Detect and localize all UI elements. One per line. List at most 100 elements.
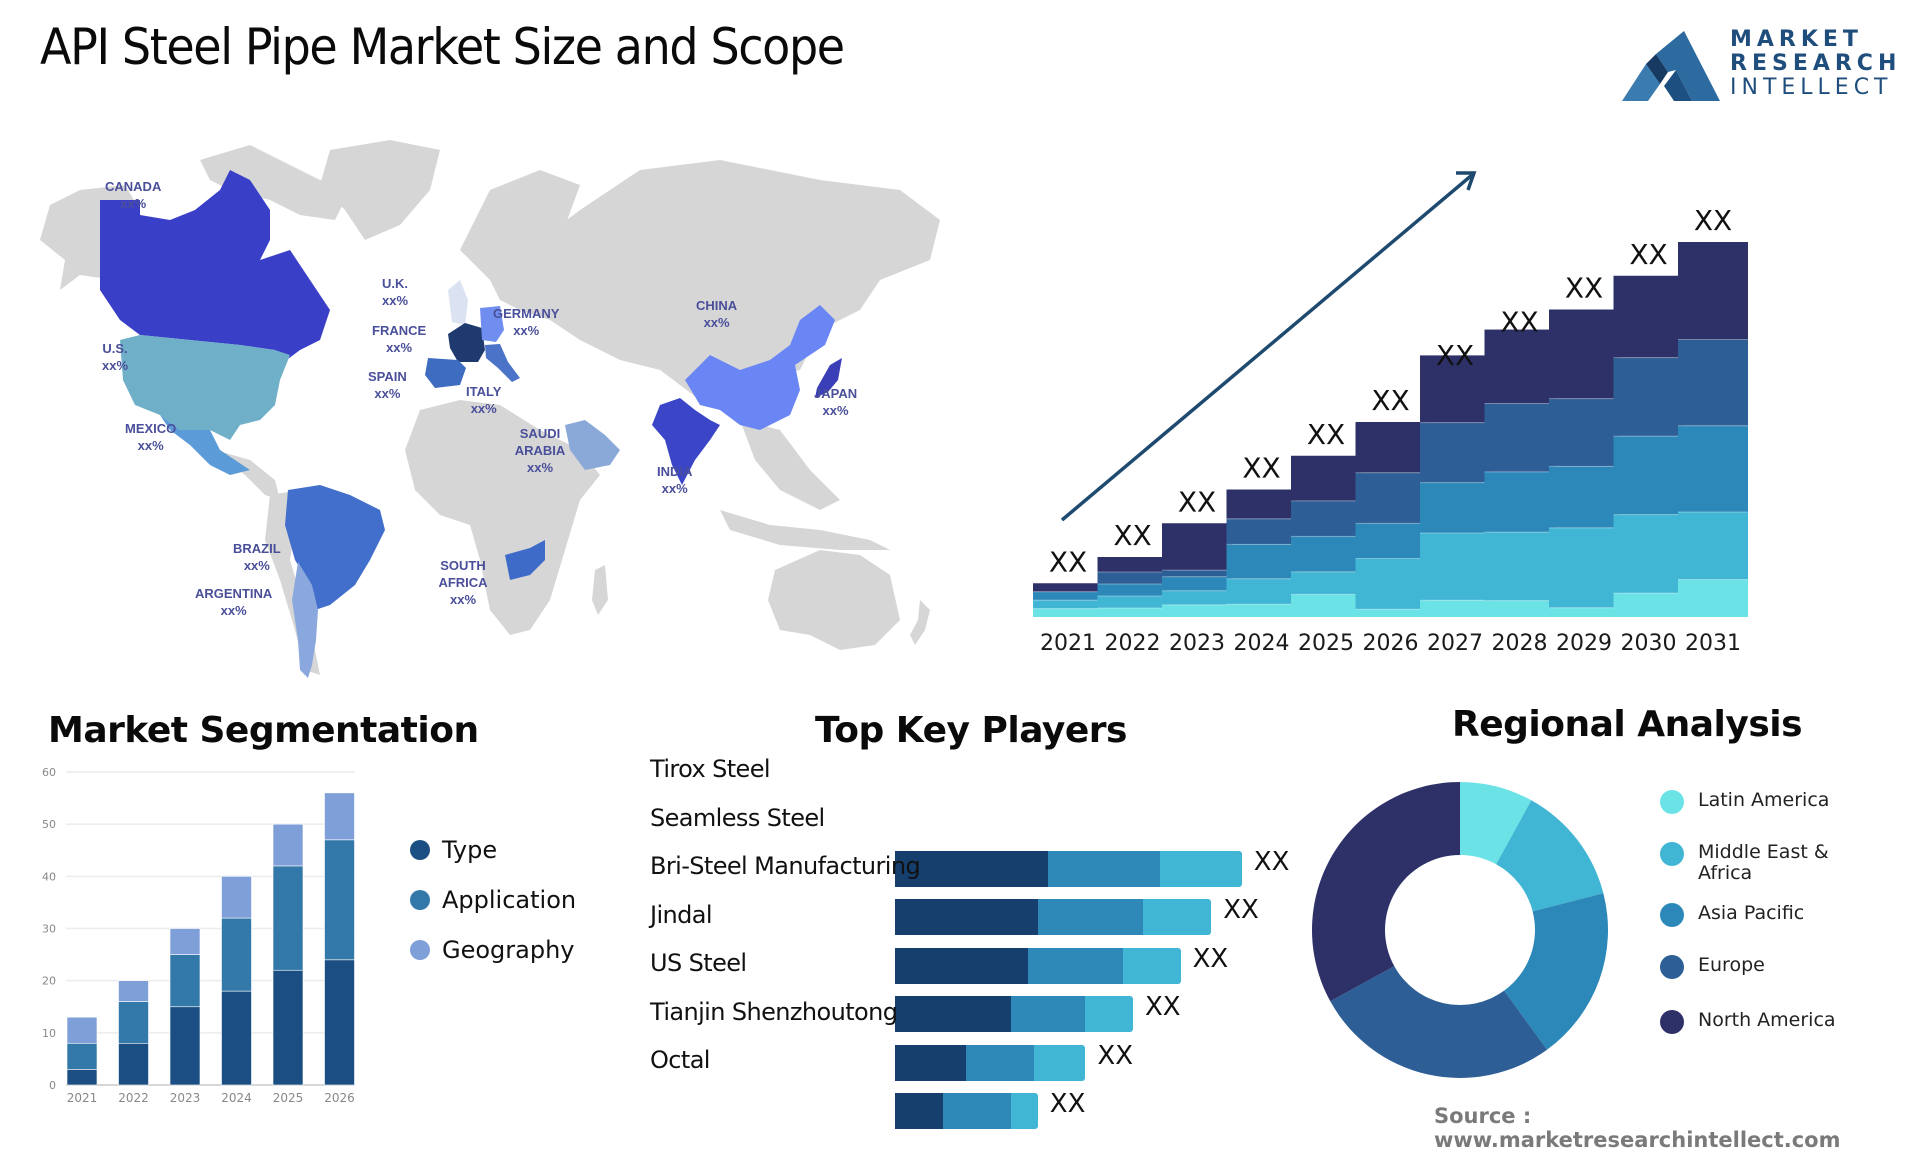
legend-swatch-icon (410, 940, 430, 960)
region-legend-item: Latin America (1660, 790, 1880, 814)
growth-bar-segment (1226, 578, 1297, 605)
map-label-mexico: MEXICO xx% (125, 421, 177, 453)
player-bar-segment (1085, 996, 1133, 1032)
growth-bar-value-label: XX (1049, 545, 1087, 578)
player-value-label: XX (1145, 992, 1181, 1022)
legend-swatch-icon (1660, 842, 1684, 866)
legend-label: Geography (442, 936, 575, 964)
map-label-us: U.S. xx% (102, 341, 129, 373)
seg-x-tick-label: 2025 (273, 1091, 304, 1105)
player-bar-segment (1010, 1093, 1038, 1129)
player-value-label: XX (1192, 943, 1229, 974)
seg-bar-application (169, 954, 201, 1008)
growth-x-tick-label: 2028 (1492, 631, 1548, 656)
growth-bar-2029 (1549, 309, 1619, 617)
seg-y-tick-label: 60 (42, 766, 56, 779)
region-legend-item: North America (1660, 1010, 1880, 1034)
growth-bar-segment (1420, 533, 1490, 601)
seg-y-tick-label: 50 (42, 818, 56, 831)
seg-x-tick-label: 2021 (67, 1091, 98, 1105)
region-legend-item: Asia Pacific (1660, 903, 1880, 927)
seg-y-tick-label: 10 (42, 1027, 56, 1040)
player-bar-segment (1037, 899, 1144, 935)
growth-bar-segment (1097, 572, 1168, 584)
map-label-brazil: BRAZIL xx% (233, 541, 281, 573)
growth-bar-segment (1355, 558, 1426, 610)
player-bar-segment (1122, 947, 1181, 984)
land-australia (768, 550, 900, 650)
page-title: API Steel Pipe Market Size and Scope (40, 18, 845, 76)
growth-bar-segment (1484, 403, 1555, 472)
growth-bar-2021 (1033, 583, 1103, 617)
land-indonesia (720, 510, 890, 550)
seg-x-tick-label: 2024 (221, 1091, 252, 1105)
growth-bar-segment (1226, 518, 1297, 545)
player-name: Tianjin Shenzhoutong (650, 997, 898, 1026)
growth-x-tick-label: 2029 (1556, 631, 1612, 656)
growth-bar-segment (1033, 583, 1103, 592)
growth-bar-segment (1484, 532, 1555, 601)
map-label-saudi-arabia: SAUDI ARABIA xx% (514, 426, 566, 475)
seg-bar-geography (272, 823, 304, 867)
growth-bar-segment (1162, 604, 1232, 617)
legend-label: Latin America (1698, 789, 1830, 811)
growth-bar-segment (1355, 609, 1426, 617)
seg-y-tick-label: 30 (42, 923, 56, 936)
growth-bar-value-label: XX (1242, 452, 1280, 485)
growth-bar-segment (1033, 591, 1103, 601)
growth-bar-segment (1484, 471, 1555, 533)
segmentation-chart: 0 10 20 30 40 50 60 2021 2022 2023 2024 2025 2026 (30, 760, 370, 1110)
map-label-spain: SPAIN xx% (368, 369, 407, 401)
market-growth-chart: XX 2021 XX 2022 XX 2023 XX 2024 XX 2025 XX 2026 XX 20… (1020, 150, 1920, 660)
seg-bar-application (221, 917, 252, 992)
growth-bar-segment (1613, 275, 1684, 358)
seg-y-tick-label: 40 (42, 870, 56, 883)
seg-bar-application (324, 839, 355, 961)
seg-bar-application (66, 1042, 98, 1070)
key-players-chart: Tirox Steel Seamless Steel XX Bri-Steel Man… (650, 740, 1310, 1129)
country-italy (485, 344, 520, 382)
growth-bar-segment (1678, 425, 1748, 512)
growth-bar-value-label: XX (1113, 519, 1151, 552)
segmentation-title: Market Segmentation (48, 710, 479, 751)
seg-legend-item: Application (410, 886, 576, 914)
player-bar-segment (1034, 1044, 1086, 1081)
growth-bar-segment (1420, 600, 1490, 617)
legend-label: Middle East & Africa (1698, 841, 1829, 884)
growth-bar-segment (1549, 607, 1619, 617)
segmentation-chart-svg: 0 10 20 30 40 50 60 2021 2022 2023 2024 2025 2026 (42, 766, 355, 1105)
seg-bar-geography (169, 928, 201, 955)
growth-bar-segment (1291, 594, 1361, 617)
logo-line-1: MARKET (1730, 27, 1863, 52)
seg-legend-item: Type (410, 836, 497, 864)
growth-bar-2027 (1420, 355, 1490, 617)
seg-x-tick-label: 2023 (170, 1091, 201, 1105)
growth-bar-segment (1226, 544, 1297, 579)
legend-swatch-icon (1660, 1010, 1684, 1034)
region-legend-item: Middle East & Africa (1660, 842, 1880, 884)
growth-bar-segment (1420, 482, 1490, 533)
growth-x-tick-label: 2030 (1621, 631, 1677, 656)
growth-x-tick-label: 2024 (1234, 631, 1290, 656)
player-bar-segment (895, 996, 1011, 1032)
growth-bar-segment (1162, 576, 1232, 591)
player-bar-segment (1143, 899, 1212, 935)
growth-bar-segment (1291, 500, 1361, 537)
growth-bar-segment (1226, 604, 1297, 617)
player-name: US Steel (650, 949, 747, 977)
growth-bar-segment (1033, 600, 1103, 609)
growth-bar-value-label: XX (1500, 305, 1538, 338)
country-spain (425, 358, 466, 388)
growth-bar-segment (1033, 608, 1103, 617)
player-name: Jindal (650, 900, 713, 929)
growth-bar-segment (1162, 590, 1232, 605)
growth-bar-value-label: XX (1178, 485, 1216, 518)
world-map: CANADA xx% U.S. xx% MEXICO xx% BRAZIL xx% AR… (20, 130, 950, 690)
brand-logo: MARKET RESEARCH INTELLECT (1620, 26, 1900, 106)
seg-bar-geography (324, 792, 355, 841)
player-bar-segment (1048, 850, 1161, 887)
growth-x-tick-label: 2022 (1105, 631, 1161, 656)
player-bar-segment (1160, 850, 1242, 887)
growth-bar-segment (1484, 329, 1555, 404)
regional-donut-svg (1312, 782, 1608, 1078)
